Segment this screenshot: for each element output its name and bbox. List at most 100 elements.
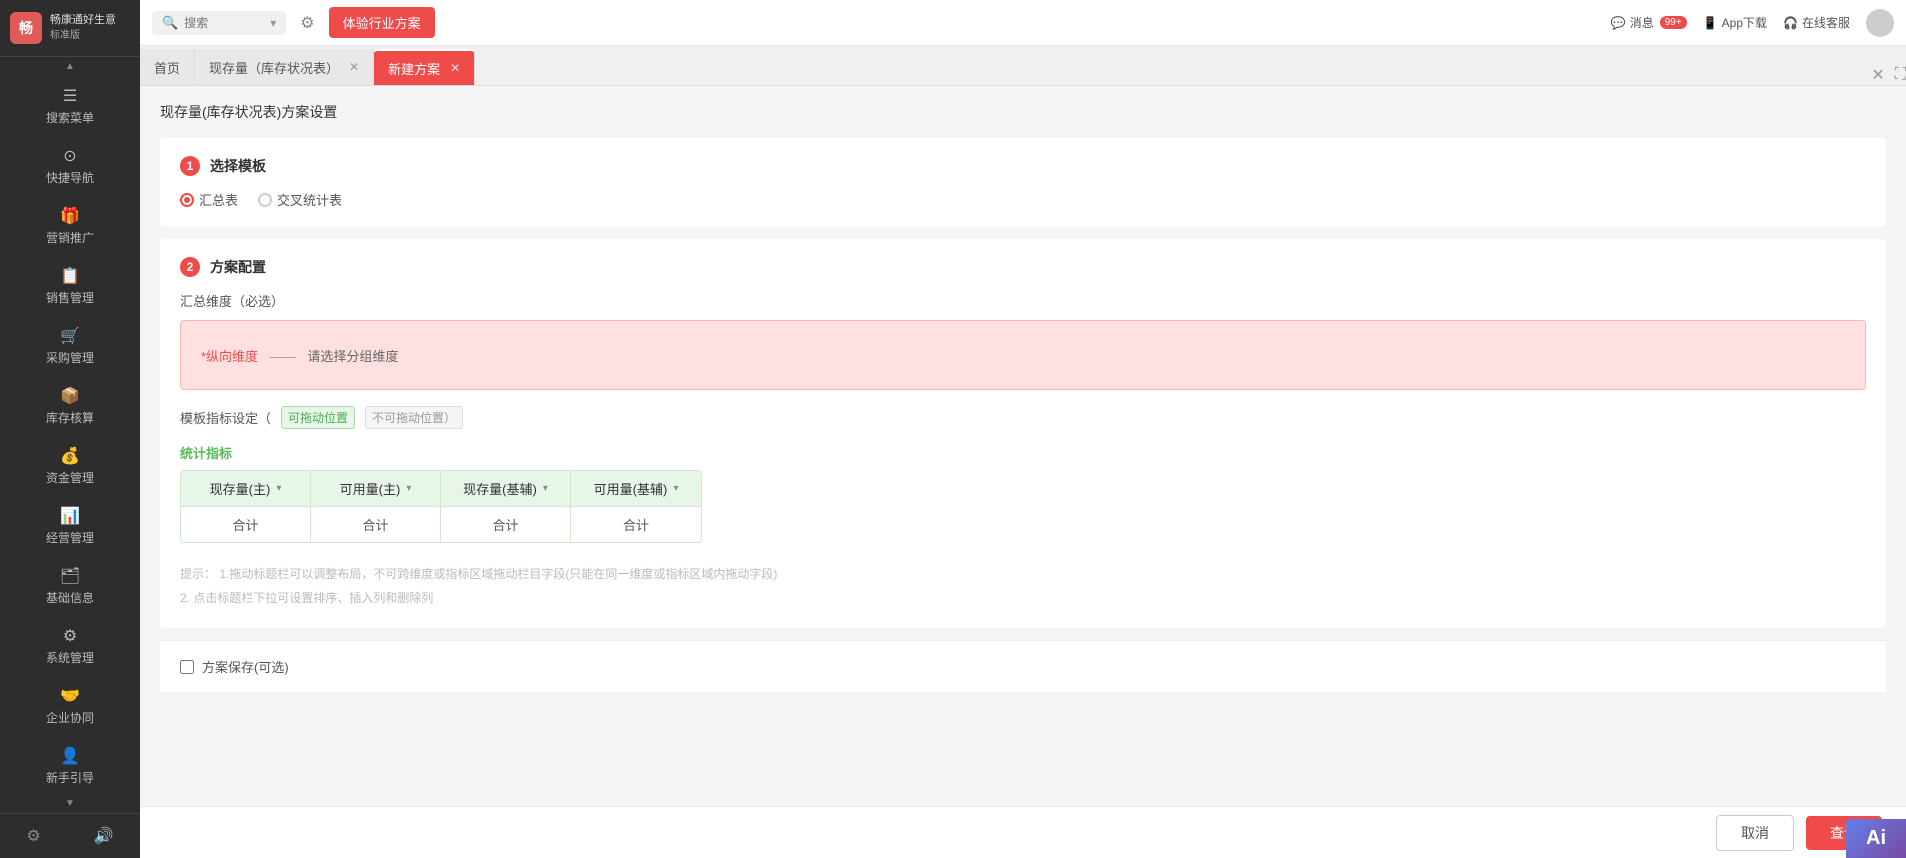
save-checkbox[interactable] — [180, 660, 194, 674]
online-service-button[interactable]: 🎧 在线客服 — [1783, 14, 1850, 31]
window-expand-button[interactable]: ⛶ — [1895, 66, 1906, 84]
col1-dropdown-icon[interactable]: ▾ — [276, 483, 281, 494]
sidebar-item-label: 库存核算 — [46, 409, 94, 426]
dimension-area[interactable]: *纵向维度 —— 请选择分组维度 — [180, 320, 1866, 390]
sidebar-item-label: 新手引导 — [46, 769, 94, 786]
table-col2-label: 可用量(主) — [340, 479, 401, 498]
table-col4-label: 可用量(基辅) — [594, 479, 668, 498]
message-button[interactable]: 💬 消息 99+ — [1611, 14, 1687, 31]
stats-table: 现存量(主) ▾ 可用量(主) ▾ 现存量(基辅) ▾ 可用量(基辅) ▾ — [180, 470, 702, 543]
sidebar-item-purchase[interactable]: 🛒 采购管理 — [0, 316, 140, 376]
inventory-icon: 📦 — [60, 386, 80, 406]
footer-bar: 取消 查询 — [140, 806, 1906, 858]
app-download-icon: 📱 — [1703, 16, 1718, 30]
section-scheme-config: 2 方案配置 汇总维度（必选） *纵向维度 —— 请选择分组维度 模板指标设定（… — [160, 239, 1886, 628]
sidebar-item-label: 资金管理 — [46, 469, 94, 486]
tab-inventory-status-close[interactable]: ✕ — [349, 60, 359, 74]
section2-header: 2 方案配置 — [180, 257, 1866, 277]
sidebar-scroll-down[interactable]: ▼ — [0, 794, 140, 813]
sidebar-scroll-up[interactable]: ▲ — [0, 57, 140, 76]
draggable-toggle[interactable]: 可拖动位置 — [281, 406, 355, 429]
table-header-col2[interactable]: 可用量(主) ▾ — [311, 471, 441, 506]
dimension-placeholder-text: 请选择分组维度 — [307, 349, 398, 364]
cancel-button[interactable]: 取消 — [1716, 815, 1794, 851]
page-title: 现存量(库存状况表)方案设置 — [160, 102, 1886, 122]
finance-icon: 💰 — [60, 446, 80, 466]
section-select-template: 1 选择模板 汇总表 交叉统计表 — [160, 138, 1886, 227]
sidebar-item-partner[interactable]: 🤝 企业协同 — [0, 676, 140, 736]
radio-summary-label: 汇总表 — [199, 190, 238, 209]
section1-num: 1 — [180, 156, 200, 176]
dimension-arrow: —— — [270, 349, 296, 364]
radio-cross[interactable]: 交叉统计表 — [258, 190, 342, 209]
tabbar: 首页 现存量（库存状况表） ✕ 新建方案 ✕ ✕ ⛶ — [140, 46, 1906, 86]
col4-dropdown-icon[interactable]: ▾ — [673, 483, 678, 494]
tips-area: 提示： 1.拖动标题栏可以调整布局，不可跨维度或指标区域拖动栏目字段(只能在同一… — [180, 562, 1866, 610]
sidebar-item-guide[interactable]: 👤 新手引导 — [0, 736, 140, 794]
sidebar-item-label: 基础信息 — [46, 589, 94, 606]
sidebar-item-finance[interactable]: 💰 资金管理 — [0, 436, 140, 496]
ai-badge[interactable]: Ai — [1846, 819, 1906, 858]
sidebar-item-inventory[interactable]: 📦 库存核算 — [0, 376, 140, 436]
table-body-cell3: 合计 — [441, 507, 571, 542]
topbar: 🔍 ▾ ⚙ 体验行业方案 💬 消息 99+ 📱 App下载 🎧 在线客服 — [140, 0, 1906, 46]
sidebar: 畅 畅康通好生意 标准版 ▲ ☰ 搜索菜单 ⊙ 快捷导航 🎁 营销推广 📋 销售… — [0, 0, 140, 858]
tab-home[interactable]: 首页 — [140, 49, 195, 85]
stats-section-title: 统计指标 — [180, 443, 1866, 462]
settings-button[interactable]: ⚙ — [18, 822, 48, 850]
table-header-col4[interactable]: 可用量(基辅) ▾ — [571, 471, 701, 506]
tab-new-scheme-label: 新建方案 — [388, 59, 440, 78]
search-box[interactable]: 🔍 ▾ — [152, 11, 286, 35]
sidebar-logo: 畅 畅康通好生意 标准版 — [0, 0, 140, 57]
radio-cross-label: 交叉统计表 — [277, 190, 342, 209]
table-header-col1[interactable]: 现存量(主) ▾ — [181, 471, 311, 506]
tip2: 2. 点击标题栏下拉可设置排序、插入列和删除列 — [180, 586, 1866, 610]
radio-cross-circle — [258, 193, 272, 207]
sidebar-item-marketing[interactable]: 🎁 营销推广 — [0, 196, 140, 256]
tip1: 提示： 1.拖动标题栏可以调整布局，不可跨维度或指标区域拖动栏目字段(只能在同一… — [180, 562, 1866, 586]
logo-icon: 畅 — [10, 12, 42, 44]
table-col3-label: 现存量(基辅) — [463, 479, 537, 498]
search-dropdown-icon[interactable]: ▾ — [270, 16, 276, 30]
gear-button[interactable]: ⚙ — [296, 9, 318, 37]
tab-inventory-status[interactable]: 现存量（库存状况表） ✕ — [195, 49, 374, 85]
sidebar-item-search-menu[interactable]: ☰ 搜索菜单 — [0, 76, 140, 136]
aggregate-label: 汇总维度（必选） — [180, 291, 1866, 310]
headset-icon: 🎧 — [1783, 16, 1798, 30]
app-version: 标准版 — [50, 29, 116, 43]
table-header-col3[interactable]: 现存量(基辅) ▾ — [441, 471, 571, 506]
stats-table-body: 合计 合计 合计 合计 — [181, 506, 701, 542]
tab-home-label: 首页 — [154, 58, 180, 77]
indicator-label-text: 模板指标设定（ — [180, 408, 271, 427]
section2-num: 2 — [180, 257, 200, 277]
sidebar-item-system[interactable]: ⚙ 系统管理 — [0, 616, 140, 676]
sound-button[interactable]: 🔊 — [86, 822, 122, 850]
marketing-icon: 🎁 — [60, 206, 80, 226]
window-close-button[interactable]: ✕ — [1871, 65, 1884, 85]
sidebar-item-basic-info[interactable]: 🗂 基础信息 — [0, 556, 140, 616]
col3-dropdown-icon[interactable]: ▾ — [543, 483, 548, 494]
radio-summary[interactable]: 汇总表 — [180, 190, 238, 209]
app-download-label: App下载 — [1722, 14, 1767, 31]
tab-new-scheme-close[interactable]: ✕ — [450, 61, 460, 75]
tab-new-scheme[interactable]: 新建方案 ✕ — [374, 49, 475, 85]
search-icon: 🔍 — [162, 15, 178, 31]
sidebar-item-operations[interactable]: 📊 经营管理 — [0, 496, 140, 556]
online-service-label: 在线客服 — [1802, 14, 1850, 31]
system-icon: ⚙ — [63, 626, 77, 646]
logo-text: 畅康通好生意 标准版 — [50, 13, 116, 42]
save-label: 方案保存(可选) — [202, 657, 289, 676]
template-radio-group: 汇总表 交叉统计表 — [180, 190, 1866, 209]
sidebar-item-sales[interactable]: 📋 销售管理 — [0, 256, 140, 316]
user-avatar[interactable] — [1866, 9, 1894, 37]
sidebar-item-label: 企业协同 — [46, 709, 94, 726]
section1-header: 1 选择模板 — [180, 156, 1866, 176]
save-row: 方案保存(可选) — [160, 640, 1886, 692]
section2-title: 方案配置 — [210, 257, 266, 277]
col2-dropdown-icon[interactable]: ▾ — [406, 483, 411, 494]
trial-button[interactable]: 体验行业方案 — [329, 7, 435, 38]
sidebar-nav: ☰ 搜索菜单 ⊙ 快捷导航 🎁 营销推广 📋 销售管理 🛒 采购管理 📦 库存核… — [0, 76, 140, 794]
app-download-button[interactable]: 📱 App下载 — [1703, 14, 1767, 31]
sidebar-item-quick-nav[interactable]: ⊙ 快捷导航 — [0, 136, 140, 196]
search-input[interactable] — [184, 16, 264, 30]
